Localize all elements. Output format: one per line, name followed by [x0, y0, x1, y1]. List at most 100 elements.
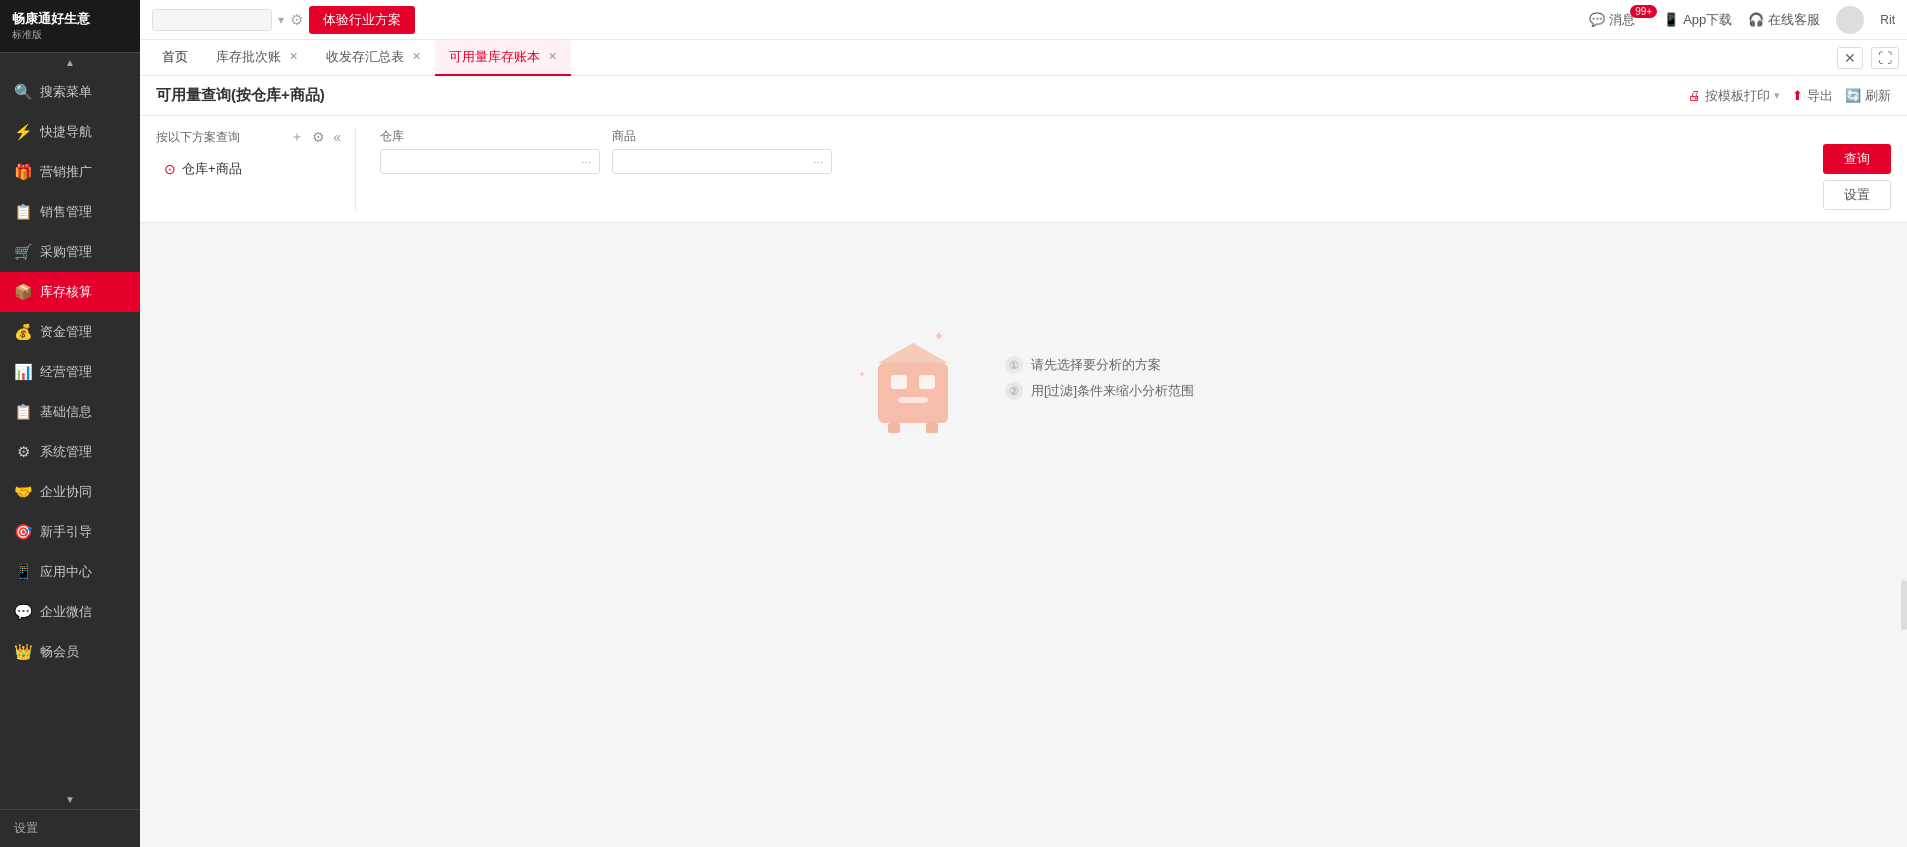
sidebar-item-system[interactable]: ⚙ 系统管理: [0, 432, 140, 472]
tab-receive-summary[interactable]: 收发存汇总表 ✕: [312, 40, 435, 76]
app-download-button[interactable]: 📱 App下载: [1663, 11, 1732, 29]
chart-icon: 📊: [14, 363, 32, 381]
sidebar-item-shortcut[interactable]: ⚡ 快捷导航: [0, 112, 140, 152]
message-badge: 99+: [1630, 5, 1657, 18]
chevron-down-icon[interactable]: ▾: [1774, 89, 1780, 102]
tab-available-ledger[interactable]: 可用量库存账本 ✕: [435, 40, 571, 76]
sidebar-item-inventory[interactable]: 📦 库存核算: [0, 272, 140, 312]
sidebar-item-label: 应用中心: [40, 563, 92, 581]
sidebar-item-finance[interactable]: 💰 资金管理: [0, 312, 140, 352]
avatar[interactable]: [1836, 6, 1864, 34]
product-label: 商品: [612, 128, 832, 145]
refresh-button[interactable]: 🔄 刷新: [1845, 87, 1891, 105]
trial-button[interactable]: 体验行业方案: [309, 6, 415, 34]
svg-marker-1: [878, 343, 948, 363]
sidebar-item-label: 新手引导: [40, 523, 92, 541]
sidebar-item-sales[interactable]: 📋 销售管理: [0, 192, 140, 232]
sidebar-item-coop[interactable]: 🤝 企业协同: [0, 472, 140, 512]
sidebar-item-label: 企业协同: [40, 483, 92, 501]
sidebar-item-label: 销售管理: [40, 203, 92, 221]
sidebar-item-wechat[interactable]: 💬 企业微信: [0, 592, 140, 632]
gear-icon: ⚙: [14, 443, 32, 461]
topbar: ▾ ⚙ 体验行业方案 💬 消息 99+ 📱 App下载 🎧 在线客服 Rit: [140, 0, 1907, 40]
gift-icon: 🎁: [14, 163, 32, 181]
app-download-label: App下载: [1683, 11, 1732, 29]
sidebar-item-marketing[interactable]: 🎁 营销推广: [0, 152, 140, 192]
filter-field-warehouse: 仓库 ···: [380, 128, 600, 174]
refresh-label: 刷新: [1865, 87, 1891, 105]
hint-text-1: 请先选择要分析的方案: [1031, 356, 1161, 374]
print-icon: 🖨: [1688, 88, 1701, 103]
collapse-scheme-button[interactable]: «: [331, 128, 343, 146]
tab-available-ledger-close[interactable]: ✕: [548, 50, 557, 63]
empty-hints: ① 请先选择要分析的方案 ② 用[过滤]条件来缩小分析范围: [1005, 356, 1194, 400]
tab-receive-summary-label: 收发存汇总表: [326, 48, 404, 66]
filter-settings-button[interactable]: 设置: [1823, 180, 1891, 210]
sidebar-item-appcenter[interactable]: 📱 应用中心: [0, 552, 140, 592]
lightning-icon: ⚡: [14, 123, 32, 141]
sidebar-item-label: 系统管理: [40, 443, 92, 461]
sidebar-item-purchase[interactable]: 🛒 采购管理: [0, 232, 140, 272]
sidebar-item-operations[interactable]: 📊 经营管理: [0, 352, 140, 392]
app-edition: 标准版: [12, 28, 128, 42]
settings-icon[interactable]: ⚙: [290, 11, 303, 29]
tab-batch-ledger-close[interactable]: ✕: [289, 50, 298, 63]
hint-text-2: 用[过滤]条件来缩小分析范围: [1031, 382, 1194, 400]
add-scheme-button[interactable]: ＋: [288, 128, 306, 146]
sidebar-item-label: 资金管理: [40, 323, 92, 341]
tab-receive-summary-close[interactable]: ✕: [412, 50, 421, 63]
product-more-button[interactable]: ···: [813, 155, 823, 169]
empty-state: ✦ ✦ ① 请先选择要分析的方案 ② 用[过滤]条件来缩小分析范围: [140, 223, 1907, 533]
sidebar-footer[interactable]: 设置: [0, 809, 140, 847]
tab-available-ledger-label: 可用量库存账本: [449, 48, 540, 66]
scheme-actions: ＋ ⚙ «: [288, 128, 343, 146]
sidebar-scroll-down[interactable]: ▼: [0, 790, 140, 809]
guide-icon: 🎯: [14, 523, 32, 541]
chevron-down-icon[interactable]: ▾: [278, 13, 284, 27]
sidebar-item-basic[interactable]: 📋 基础信息: [0, 392, 140, 432]
sidebar-item-search[interactable]: 🔍 搜索菜单: [0, 72, 140, 112]
hint-number-2: ②: [1005, 382, 1023, 400]
tab-home[interactable]: 首页: [148, 40, 202, 76]
svg-rect-0: [878, 363, 948, 423]
wechat-icon: 💬: [14, 603, 32, 621]
empty-hint-1: ① 请先选择要分析的方案: [1005, 356, 1194, 374]
sidebar-scroll-up[interactable]: ▲: [0, 53, 140, 72]
member-icon: 👑: [14, 643, 32, 661]
svg-rect-6: [926, 423, 938, 433]
warehouse-label: 仓库: [380, 128, 600, 145]
settings-scheme-button[interactable]: ⚙: [310, 128, 327, 146]
phone-icon: 📱: [1663, 12, 1679, 27]
sidebar-item-guide[interactable]: 🎯 新手引导: [0, 512, 140, 552]
topbar-right: 💬 消息 99+ 📱 App下载 🎧 在线客服 Rit: [1589, 6, 1895, 34]
warehouse-more-button[interactable]: ···: [581, 155, 591, 169]
sidebar-nav: 🔍 搜索菜单 ⚡ 快捷导航 🎁 营销推广 📋 销售管理 🛒 采购管理 📦 库存核…: [0, 72, 140, 790]
product-input[interactable]: [621, 154, 813, 169]
online-service-button[interactable]: 🎧 在线客服: [1748, 11, 1820, 29]
sidebar-item-label: 库存核算: [40, 283, 92, 301]
export-button[interactable]: ⬆ 导出: [1792, 87, 1833, 105]
expand-button[interactable]: ⛶: [1871, 47, 1899, 69]
scheme-item-icon: ⊙: [164, 161, 176, 177]
username[interactable]: Rit: [1880, 13, 1895, 27]
warehouse-input[interactable]: [389, 154, 581, 169]
svg-text:✦: ✦: [933, 328, 945, 344]
sidebar-item-label: 经营管理: [40, 363, 92, 381]
sidebar-item-label: 畅会员: [40, 643, 79, 661]
tab-batch-ledger-label: 库存批次账: [216, 48, 281, 66]
sidebar-item-label: 搜索菜单: [40, 83, 92, 101]
warehouse-input-row: ···: [380, 149, 600, 174]
sidebar-item-member[interactable]: 👑 畅会员: [0, 632, 140, 672]
search-input[interactable]: [152, 9, 272, 31]
query-button[interactable]: 查询: [1823, 144, 1891, 174]
filter-area: 按以下方案查询 ＋ ⚙ « ⊙ 仓库+商品 仓库: [140, 116, 1907, 223]
scheme-item-warehouse-product[interactable]: ⊙ 仓库+商品: [156, 154, 343, 184]
settings-label: 设置: [14, 821, 38, 835]
hint-number-1: ①: [1005, 356, 1023, 374]
message-button[interactable]: 💬 消息 99+: [1589, 11, 1647, 29]
scheme-header: 按以下方案查询 ＋ ⚙ «: [156, 128, 343, 146]
close-tab-button[interactable]: ✕: [1837, 47, 1863, 69]
tab-batch-ledger[interactable]: 库存批次账 ✕: [202, 40, 312, 76]
basic-icon: 📋: [14, 403, 32, 421]
print-button[interactable]: 🖨 按模板打印 ▾: [1688, 87, 1780, 105]
